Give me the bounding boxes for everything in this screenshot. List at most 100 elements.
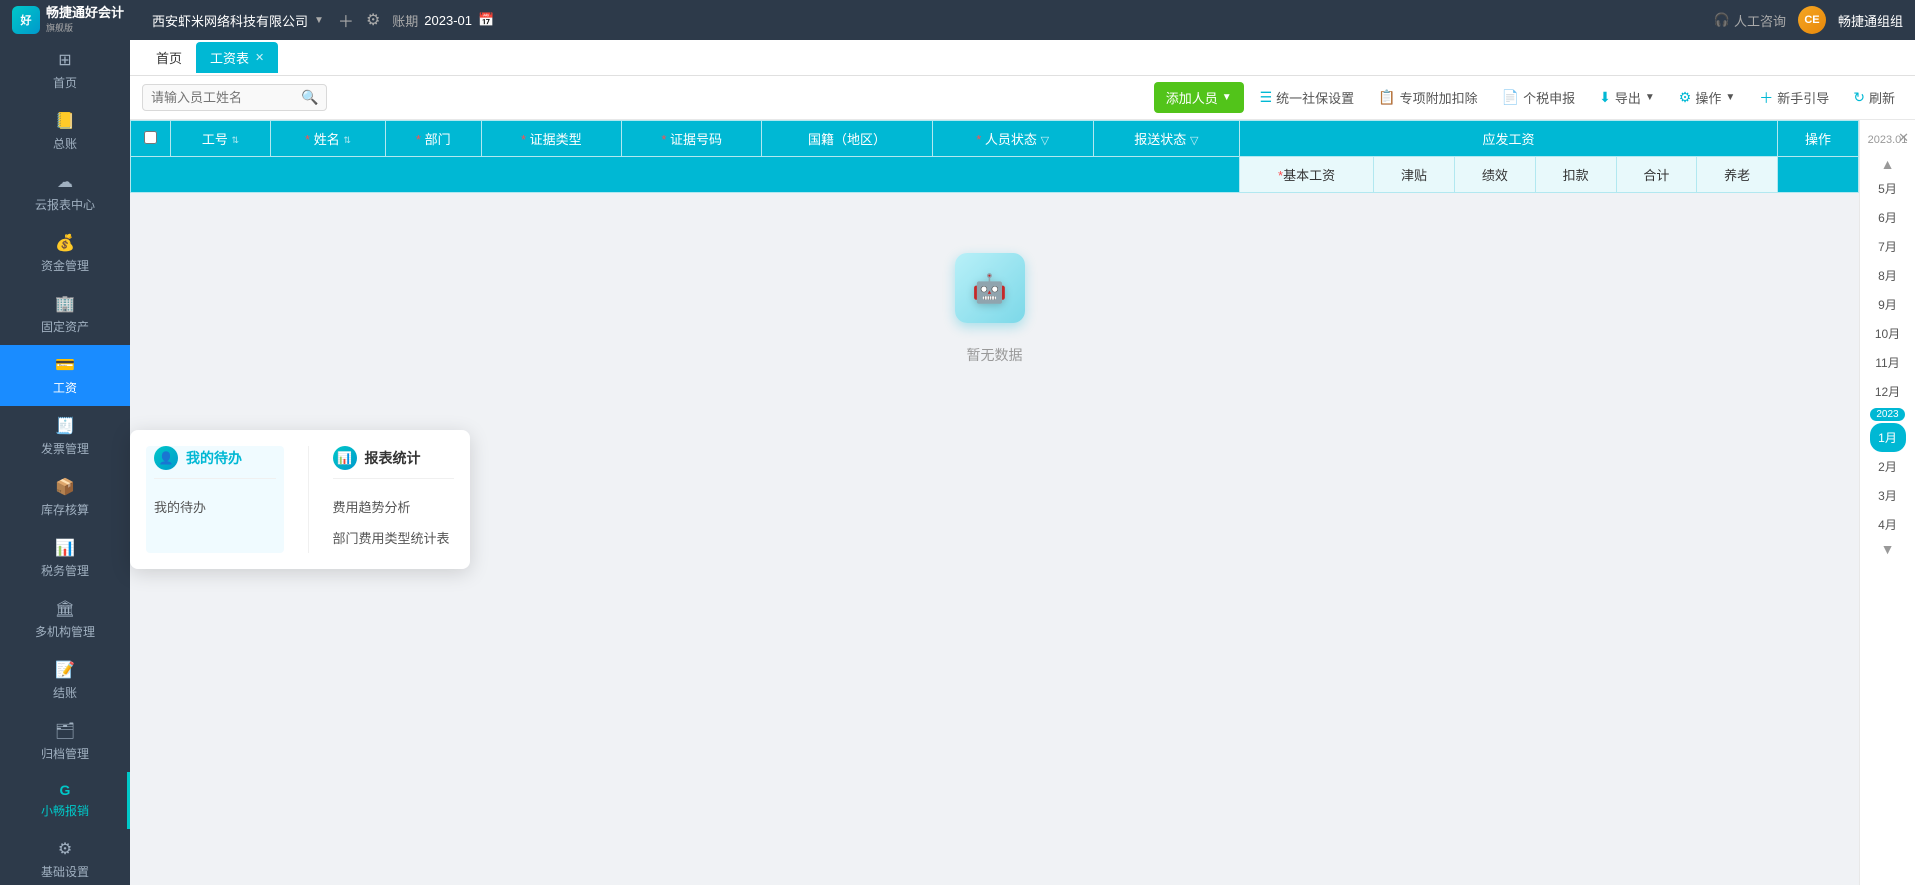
company-selector[interactable]: 西安虾米网络科技有限公司 ▼	[142, 11, 334, 30]
settings-icon: ⚙	[58, 839, 72, 859]
sidebar-item-accounting[interactable]: 📝 结账	[0, 650, 130, 711]
export-action[interactable]: ⬇ 导出 ▼	[1591, 84, 1663, 111]
employee-no-sort[interactable]: ⇅	[232, 135, 240, 145]
operations-action[interactable]: ⚙ 操作 ▼	[1671, 84, 1743, 111]
sidebar-item-invoice[interactable]: 🧾 发票管理	[0, 406, 130, 467]
month-down-button[interactable]: ▼	[1881, 539, 1895, 559]
popup-col-report-stats-title: 📊 报表统计	[333, 446, 455, 479]
tab-salary-table[interactable]: 工资表 ✕	[196, 42, 278, 73]
sidebar-item-multi-org[interactable]: 🏛 多机构管理	[0, 589, 130, 650]
todo-col-icon: 👤	[154, 446, 178, 470]
add-button[interactable]: ＋	[334, 4, 358, 36]
logo-abbr: 好	[21, 12, 32, 28]
tab-home[interactable]: 首页	[142, 42, 196, 73]
month-item-8[interactable]: 8月	[1860, 261, 1915, 290]
commission-header: 津贴	[1374, 157, 1455, 193]
special-deduct-icon: 📋	[1378, 89, 1395, 106]
new-guide-action[interactable]: ＋ 新手引导	[1751, 84, 1837, 112]
popup-item-expense-trend[interactable]: 费用趋势分析	[333, 491, 455, 522]
special-deduct-action[interactable]: 📋 专项附加扣除	[1370, 84, 1485, 111]
sidebar-item-general-ledger[interactable]: 📒 总账	[0, 101, 130, 162]
search-area[interactable]: 🔍	[142, 84, 327, 111]
pension-header: 养老	[1697, 157, 1778, 193]
sidebar-item-cloud-report[interactable]: ☁ 云报表中心	[0, 162, 130, 223]
box-icon: 📦	[55, 477, 75, 497]
sidebar-item-archive[interactable]: 🗂 归档管理	[0, 711, 130, 772]
user-name: 畅捷通组组	[1838, 11, 1903, 30]
invoice-icon: 🧾	[55, 416, 75, 436]
popup-item-dept-expense-type[interactable]: 部门费用类型统计表	[333, 522, 455, 553]
user-initials: CE	[1804, 14, 1819, 26]
report-status-filter[interactable]: ▽	[1190, 135, 1198, 147]
month-item-11[interactable]: 11月	[1860, 348, 1915, 377]
search-input[interactable]	[151, 90, 301, 105]
export-icon: ⬇	[1599, 89, 1611, 106]
popup-col-report-stats: 📊 报表统计 费用趋势分析 部门费用类型统计表	[333, 446, 455, 553]
tab-close-button[interactable]: ✕	[255, 51, 264, 64]
select-all-checkbox[interactable]	[144, 131, 157, 144]
org-icon: 🏛	[55, 599, 75, 619]
calendar-icon[interactable]: 📅	[478, 12, 494, 28]
month-item-12[interactable]: 12月	[1860, 377, 1915, 406]
month-item-5[interactable]: 5月	[1860, 174, 1915, 203]
month-item-9[interactable]: 9月	[1860, 290, 1915, 319]
sidebar-label-archive: 归档管理	[41, 745, 89, 762]
sidebar-label-fund: 资金管理	[41, 257, 89, 274]
checkbox-header[interactable]	[131, 121, 171, 157]
sidebar-label-invoice: 发票管理	[41, 440, 89, 457]
month-item-3[interactable]: 3月	[1860, 481, 1915, 510]
table-header-row: 工号 ⇅ * 姓名 ⇅ * 部门	[131, 121, 1859, 157]
sidebar-item-basic-settings[interactable]: ⚙ 基础设置	[0, 829, 130, 885]
tax-filing-label: 个税申报	[1523, 88, 1575, 107]
sidebar-item-fund[interactable]: 💰 资金管理	[0, 223, 130, 284]
empty-icon-inner: 🤖	[955, 253, 1025, 323]
social-security-action[interactable]: ☰ 统一社保设置	[1252, 84, 1363, 111]
name-sort[interactable]: ⇅	[343, 135, 351, 145]
sidebar-item-fixed-assets[interactable]: 🏢 固定资产	[0, 284, 130, 345]
sidebar-item-inventory[interactable]: 📦 库存核算	[0, 467, 130, 528]
stats-col-icon: 📊	[333, 446, 357, 470]
month-item-10[interactable]: 10月	[1860, 319, 1915, 348]
month-item-1[interactable]: 1月	[1870, 423, 1906, 452]
sidebar-label-general-ledger: 总账	[53, 135, 77, 152]
sidebar-item-salary[interactable]: 💳 工资	[0, 345, 130, 406]
settings-button[interactable]: ⚙	[362, 6, 384, 34]
tab-bar: 首页 工资表 ✕	[130, 40, 1915, 76]
month-panel: 2023.01 ✕ ▲ 5月 6月 7月 8月 9月 10月 11月 12月 2…	[1859, 120, 1915, 885]
todo-col-title-label: 我的待办	[186, 448, 242, 468]
name-header: * 姓名 ⇅	[270, 121, 385, 157]
month-panel-close[interactable]: ✕	[1896, 128, 1911, 148]
sidebar-item-tax[interactable]: 📊 税务管理	[0, 528, 130, 589]
empty-icon-face: 🤖	[972, 272, 1007, 305]
id-type-header: * 证据类型	[481, 121, 621, 157]
add-person-button[interactable]: 添加人员 ▼	[1154, 82, 1244, 113]
empty-state-row: 🤖 暂无数据	[131, 193, 1859, 426]
should-pay-wages-header: 应发工资	[1239, 121, 1777, 157]
empty-icon: 🤖	[955, 253, 1035, 333]
sidebar-item-home[interactable]: ⊞ 首页	[0, 40, 130, 101]
export-dropdown-arrow: ▼	[1645, 92, 1655, 103]
tab-salary-label: 工资表	[210, 48, 249, 67]
tax-filing-action[interactable]: 📄 个税申报	[1494, 84, 1583, 111]
support-link[interactable]: 🎧 人工咨询	[1714, 11, 1786, 30]
sidebar-item-xiaochang[interactable]: G 小畅报销	[0, 772, 130, 829]
logo-sub: 旗舰版	[46, 21, 124, 34]
search-button[interactable]: 🔍	[301, 89, 318, 106]
xiaochang-icon: G	[60, 782, 71, 798]
logo-icon: 好	[12, 6, 40, 34]
popup-item-my-todo[interactable]: 我的待办	[154, 491, 276, 522]
refresh-action[interactable]: ↻ 刷新	[1845, 84, 1903, 111]
month-item-6[interactable]: 6月	[1860, 203, 1915, 232]
stats-col-title-label: 报表统计	[365, 448, 421, 468]
empty-text: 暂无数据	[967, 345, 1023, 365]
popup-col-my-todo: 👤 我的待办 我的待办	[146, 446, 284, 553]
month-item-2[interactable]: 2月	[1860, 452, 1915, 481]
tax-icon: 📊	[55, 538, 75, 558]
person-status-filter[interactable]: ▽	[1041, 135, 1049, 147]
deduct-header: 扣款	[1535, 157, 1616, 193]
headset-icon: 🎧	[1714, 12, 1730, 28]
month-up-button[interactable]: ▲	[1881, 154, 1895, 174]
month-item-7[interactable]: 7月	[1860, 232, 1915, 261]
month-item-4[interactable]: 4月	[1860, 510, 1915, 539]
year-badge-2023: 2023	[1870, 408, 1904, 421]
